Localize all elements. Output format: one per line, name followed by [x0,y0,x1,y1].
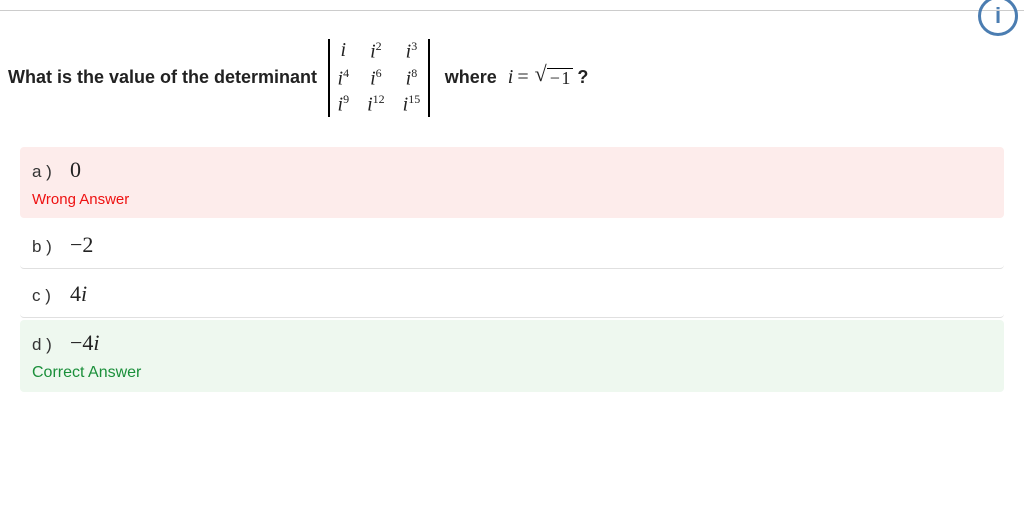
option-c[interactable]: c ) 4i [20,271,1004,318]
cell-0-2: i3 [403,39,421,64]
radicand: − 1 [547,68,574,87]
option-c-value: 4i [70,281,87,307]
surd-symbol: √ [535,65,547,83]
cell-2-1: i12 [367,92,385,117]
sqrt: √ − 1 [535,68,574,87]
cell-0-0: i [338,39,350,64]
matrix-grid: i i2 i3 i4 i6 i8 i9 i12 i15 [330,39,429,117]
question-mark: ? [577,67,588,88]
info-glyph: i [995,3,1001,29]
cell-2-0: i9 [338,92,350,117]
cell-0-1: i2 [367,39,385,64]
cell-1-1: i6 [367,66,385,91]
equals-sign: = [517,66,528,89]
where-text: where [440,67,502,88]
option-a[interactable]: a ) 0 Wrong Answer [20,147,1004,218]
variable-i: i [508,66,514,89]
determinant-matrix: i i2 i3 i4 i6 i8 i9 i12 i15 [328,39,430,117]
option-b-label: b ) [32,237,70,257]
option-a-feedback: Wrong Answer [32,191,992,208]
question: What is the value of the determinant i i… [0,11,1024,135]
option-d-value: −4i [70,330,100,356]
option-d-label: d ) [32,335,70,355]
option-d[interactable]: d ) −4i Correct Answer [20,320,1004,392]
question-prefix: What is the value of the determinant [8,67,322,88]
option-c-label: c ) [32,286,70,306]
matrix-right-bar [428,39,430,117]
option-b-value: −2 [70,232,93,258]
option-a-value: 0 [70,157,81,183]
options-list: a ) 0 Wrong Answer b ) −2 c ) 4i d ) −4i… [0,135,1024,392]
cell-2-2: i15 [403,92,421,117]
option-d-feedback: Correct Answer [32,364,992,382]
question-suffix: where i = √ − 1 ? [440,66,589,89]
option-a-label: a ) [32,162,70,182]
cell-1-2: i8 [403,66,421,91]
option-b[interactable]: b ) −2 [20,222,1004,269]
cell-1-0: i4 [338,66,350,91]
